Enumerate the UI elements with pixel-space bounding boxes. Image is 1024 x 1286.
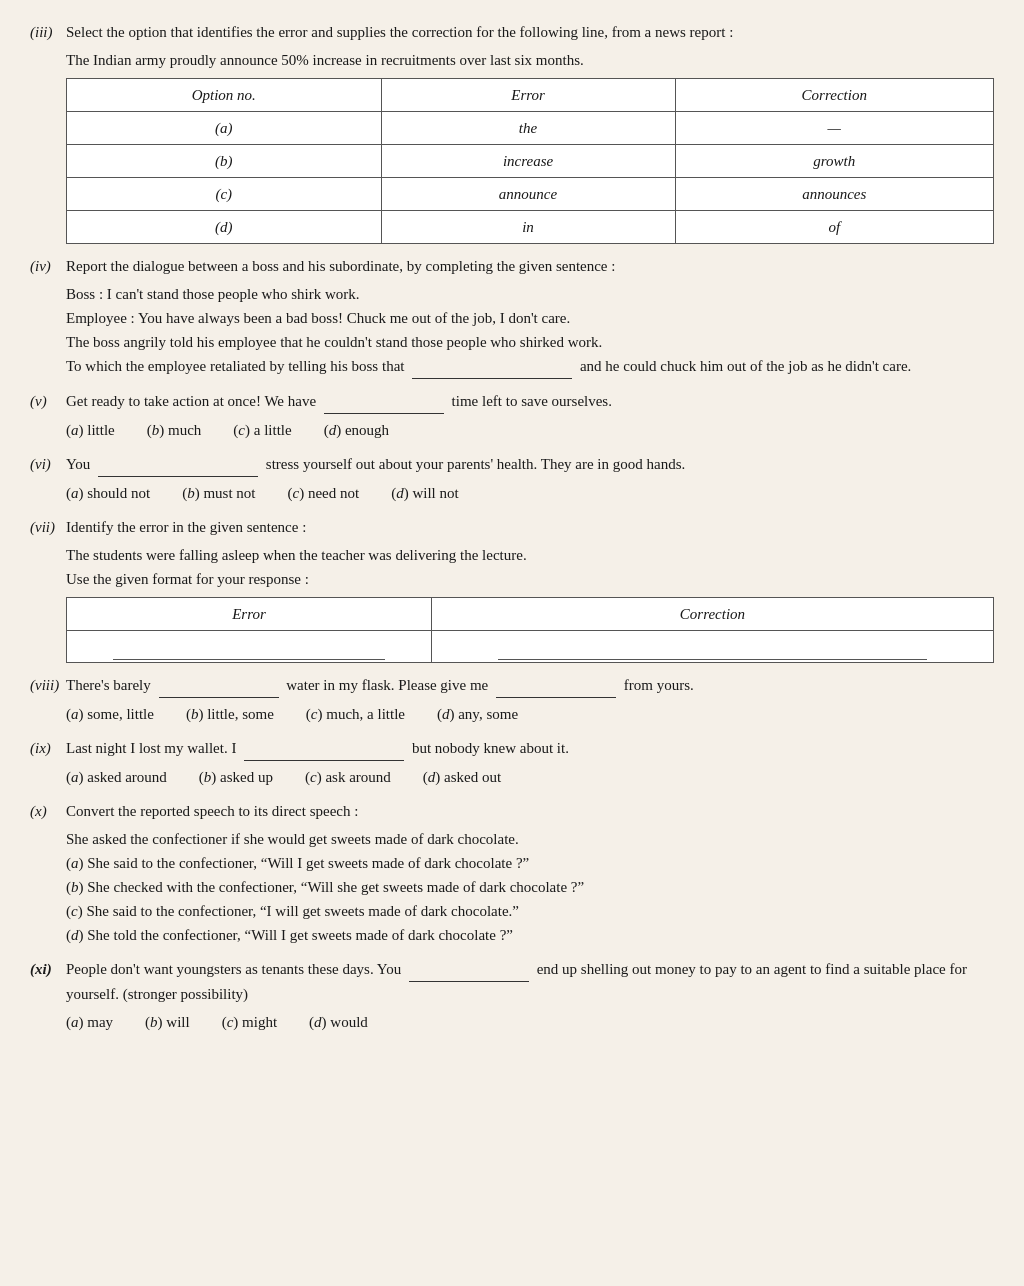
question-iii: (iii) Select the option that identifies …: [30, 20, 994, 244]
table-row: (a) the —: [67, 112, 994, 145]
q-v-options: (a) little (b) much (c) a little (d) eno…: [30, 418, 994, 442]
q-viii-num: (viii): [30, 673, 66, 697]
option-vi-c: (c) need not: [288, 481, 360, 505]
option-v-b: (b) much: [147, 418, 202, 442]
option-xi-c: (c) might: [222, 1010, 277, 1034]
option-v-a: (a) little: [66, 418, 115, 442]
q-vii-table: Error Correction: [66, 597, 994, 663]
table-row: (b) increase growth: [67, 145, 994, 178]
q-xi-options: (a) may (b) will (c) might (d) would: [30, 1010, 994, 1034]
option-viii-d: (d) any, some: [437, 702, 518, 726]
q-vi-num: (vi): [30, 452, 66, 476]
q-xi-num: (xi): [30, 957, 66, 981]
error-line: [113, 635, 385, 660]
q-iv-blank: [412, 354, 572, 379]
q-vii-instruction: Identify the error in the given sentence…: [66, 515, 994, 539]
q-iv-instruction: Report the dialogue between a boss and h…: [66, 254, 994, 278]
q-x-options: (a) She said to the confectioner, “Will …: [30, 851, 994, 947]
option-v-c: (c) a little: [233, 418, 291, 442]
option-x-a: (a) She said to the confectioner, “Will …: [66, 851, 994, 875]
option-xi-a: (a) may: [66, 1010, 113, 1034]
q-x-instruction: Convert the reported speech to its direc…: [66, 799, 994, 823]
q-iv-boss: Boss : I can't stand those people who sh…: [30, 282, 994, 306]
question-v: (v) Get ready to take action at once! We…: [30, 389, 994, 442]
q-vi-instruction: You stress yourself out about your paren…: [66, 452, 994, 477]
option-vi-d: (d) will not: [391, 481, 459, 505]
q-viii-options: (a) some, little (b) little, some (c) mu…: [30, 702, 994, 726]
col-header-error: Error: [381, 79, 675, 112]
q-vi-blank: [98, 452, 258, 477]
option-ix-a: (a) asked around: [66, 765, 167, 789]
option-v-d: (d) enough: [324, 418, 389, 442]
q-viii-blank1: [159, 673, 279, 698]
q-xi-blank: [409, 957, 529, 982]
option-ix-b: (b) asked up: [199, 765, 273, 789]
option-ix-c: (c) ask around: [305, 765, 391, 789]
q-viii-blank2: [496, 673, 616, 698]
option-vi-a: (a) should not: [66, 481, 150, 505]
col-header-option: Option no.: [67, 79, 382, 112]
q-iv-line1: The boss angrily told his employee that …: [30, 330, 994, 354]
option-xi-b: (b) will: [145, 1010, 190, 1034]
q-vi-options: (a) should not (b) must not (c) need not…: [30, 481, 994, 505]
col-header-correction: Correction: [675, 79, 994, 112]
option-viii-c: (c) much, a little: [306, 702, 405, 726]
q-ix-options: (a) asked around (b) asked up (c) ask ar…: [30, 765, 994, 789]
q-vii-format-instruction: Use the given format for your response :: [30, 567, 994, 591]
option-vi-b: (b) must not: [182, 481, 255, 505]
option-xi-d: (d) would: [309, 1010, 368, 1034]
q-v-num: (v): [30, 389, 66, 413]
option-viii-b: (b) little, some: [186, 702, 274, 726]
q-iii-table: Option no. Error Correction (a) the — (b…: [66, 78, 994, 244]
col-header-correction2: Correction: [431, 598, 993, 631]
question-xi: (xi) People don't want youngsters as ten…: [30, 957, 994, 1034]
option-viii-a: (a) some, little: [66, 702, 154, 726]
q-iii-num: (iii): [30, 20, 66, 44]
q-iii-sentence: The Indian army proudly announce 50% inc…: [30, 48, 994, 72]
question-x: (x) Convert the reported speech to its d…: [30, 799, 994, 947]
table-row: [67, 631, 994, 663]
q-ix-instruction: Last night I lost my wallet. I but nobod…: [66, 736, 994, 761]
q-x-num: (x): [30, 799, 66, 823]
q-ix-blank: [244, 736, 404, 761]
q-vii-table-container: Error Correction: [30, 597, 994, 663]
q-v-blank: [324, 389, 444, 414]
q-x-sentence: She asked the confectioner if she would …: [30, 827, 994, 851]
col-header-error2: Error: [67, 598, 432, 631]
q-v-instruction: Get ready to take action at once! We hav…: [66, 389, 994, 414]
q-iii-instruction: Select the option that identifies the er…: [66, 20, 994, 44]
table-row: (d) in of: [67, 211, 994, 244]
q-iii-table-container: Option no. Error Correction (a) the — (b…: [30, 78, 994, 244]
question-iv: (iv) Report the dialogue between a boss …: [30, 254, 994, 379]
question-ix: (ix) Last night I lost my wallet. I but …: [30, 736, 994, 789]
q-iv-line2: To which the employee retaliated by tell…: [30, 354, 994, 379]
q-viii-instruction: There's barely water in my flask. Please…: [66, 673, 994, 698]
option-ix-d: (d) asked out: [423, 765, 501, 789]
q-iv-num: (iv): [30, 254, 66, 278]
question-viii: (viii) There's barely water in my flask.…: [30, 673, 994, 726]
q-vii-num: (vii): [30, 515, 66, 539]
question-vi: (vi) You stress yourself out about your …: [30, 452, 994, 505]
correction-line: [498, 635, 928, 660]
option-x-d: (d) She told the confectioner, “Will I g…: [66, 923, 994, 947]
question-vii: (vii) Identify the error in the given se…: [30, 515, 994, 663]
q-vii-sentence: The students were falling asleep when th…: [30, 543, 994, 567]
option-x-b: (b) She checked with the confectioner, “…: [66, 875, 994, 899]
q-xi-instruction: People don't want youngsters as tenants …: [66, 957, 994, 1006]
q-iv-employee: Employee : You have always been a bad bo…: [30, 306, 994, 330]
table-row: (c) announce announces: [67, 178, 994, 211]
option-x-c: (c) She said to the confectioner, “I wil…: [66, 899, 994, 923]
q-ix-num: (ix): [30, 736, 66, 760]
